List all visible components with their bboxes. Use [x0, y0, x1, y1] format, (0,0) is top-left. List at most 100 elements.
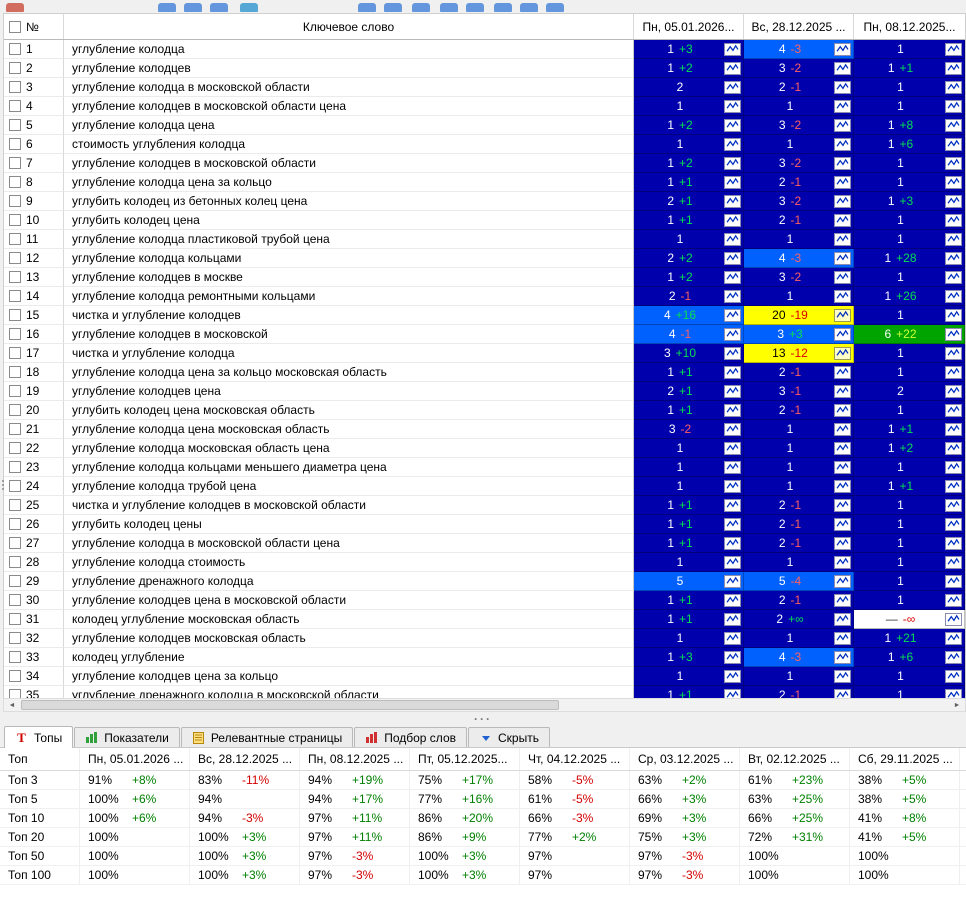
- row-checkbox[interactable]: [9, 252, 21, 264]
- chart-icon[interactable]: [945, 460, 962, 474]
- chart-icon[interactable]: [724, 441, 741, 455]
- chart-icon[interactable]: [945, 688, 962, 698]
- keyword-cell[interactable]: углубление колодца ремонтными кольцами: [64, 287, 634, 306]
- chart-icon[interactable]: [834, 555, 851, 569]
- chart-icon[interactable]: [724, 42, 741, 56]
- scrollbar-thumb[interactable]: [21, 700, 559, 710]
- keyword-cell[interactable]: стоимость углубления колодца: [64, 135, 634, 154]
- chart-icon[interactable]: [724, 99, 741, 113]
- keyword-cell[interactable]: углубление колодцев в московской области: [64, 154, 634, 173]
- chart-icon[interactable]: [945, 99, 962, 113]
- chart-icon[interactable]: [945, 251, 962, 265]
- chart-icon[interactable]: [834, 308, 851, 322]
- keyword-cell[interactable]: углубление дренажного колодца в московск…: [64, 686, 634, 698]
- chart-icon[interactable]: [945, 308, 962, 322]
- chart-icon[interactable]: [834, 498, 851, 512]
- keyword-cell[interactable]: углубление колодца: [64, 40, 634, 59]
- row-checkbox[interactable]: [9, 689, 21, 698]
- chart-icon[interactable]: [724, 270, 741, 284]
- chart-icon[interactable]: [945, 61, 962, 75]
- chart-icon[interactable]: [834, 99, 851, 113]
- row-checkbox[interactable]: [9, 385, 21, 397]
- row-checkbox[interactable]: [9, 233, 21, 245]
- row-checkbox[interactable]: [9, 100, 21, 112]
- chart-icon[interactable]: [834, 688, 851, 698]
- chart-icon[interactable]: [724, 574, 741, 588]
- chart-icon[interactable]: [945, 403, 962, 417]
- keyword-cell[interactable]: углубление колодцев цена: [64, 382, 634, 401]
- date-column-header[interactable]: Пн, 08.12.2025...: [854, 14, 965, 39]
- chart-icon[interactable]: [945, 422, 962, 436]
- row-checkbox[interactable]: [9, 195, 21, 207]
- chart-icon[interactable]: [834, 593, 851, 607]
- chart-icon[interactable]: [945, 80, 962, 94]
- chart-icon[interactable]: [834, 669, 851, 683]
- chart-icon[interactable]: [834, 80, 851, 94]
- chart-icon[interactable]: [724, 156, 741, 170]
- row-checkbox[interactable]: [9, 575, 21, 587]
- chart-icon[interactable]: [945, 574, 962, 588]
- chart-icon[interactable]: [724, 327, 741, 341]
- keyword-cell[interactable]: углубление колодцев московская область: [64, 629, 634, 648]
- row-checkbox[interactable]: [9, 613, 21, 625]
- horizontal-scrollbar[interactable]: ◄ ►: [3, 698, 966, 712]
- chart-icon[interactable]: [834, 42, 851, 56]
- chart-icon[interactable]: [945, 327, 962, 341]
- chart-icon[interactable]: [834, 650, 851, 664]
- row-checkbox[interactable]: [9, 480, 21, 492]
- row-checkbox[interactable]: [9, 328, 21, 340]
- toolbar-button[interactable]: [466, 3, 484, 12]
- keyword-cell[interactable]: чистка и углубление колодцев: [64, 306, 634, 325]
- toolbar-button[interactable]: [440, 3, 458, 12]
- chart-icon[interactable]: [834, 232, 851, 246]
- keyword-cell[interactable]: углубление колодца стоимость: [64, 553, 634, 572]
- date-column-header[interactable]: Пн, 05.01.2026...: [634, 14, 744, 39]
- toolbar-button[interactable]: [184, 3, 202, 12]
- keyword-cell[interactable]: углубление колодца цена: [64, 116, 634, 135]
- chart-icon[interactable]: [945, 42, 962, 56]
- row-checkbox[interactable]: [9, 119, 21, 131]
- keyword-cell[interactable]: углубление колодца московская область це…: [64, 439, 634, 458]
- toolbar-button[interactable]: [384, 3, 402, 12]
- row-checkbox[interactable]: [9, 632, 21, 644]
- toolbar-button[interactable]: [494, 3, 512, 12]
- row-checkbox[interactable]: [9, 651, 21, 663]
- chart-icon[interactable]: [945, 346, 962, 360]
- keyword-cell[interactable]: углубление колодцев в московской области…: [64, 97, 634, 116]
- chart-icon[interactable]: [724, 61, 741, 75]
- toolbar-button[interactable]: [240, 3, 258, 12]
- toolbar-button[interactable]: [520, 3, 538, 12]
- toolbar-button[interactable]: [412, 3, 430, 12]
- chart-icon[interactable]: [945, 441, 962, 455]
- keyword-cell[interactable]: углубить колодец цена московская область: [64, 401, 634, 420]
- toolbar-button[interactable]: [546, 3, 564, 12]
- keyword-cell[interactable]: колодец углубление московская область: [64, 610, 634, 629]
- row-checkbox[interactable]: [9, 366, 21, 378]
- chart-icon[interactable]: [945, 118, 962, 132]
- tab-hide[interactable]: Скрыть: [468, 727, 550, 747]
- tops-date-header[interactable]: Сб, 29.11.2025 ...: [850, 748, 960, 770]
- chart-icon[interactable]: [834, 251, 851, 265]
- chart-icon[interactable]: [834, 175, 851, 189]
- chart-icon[interactable]: [724, 365, 741, 379]
- keyword-cell[interactable]: углубление колодцев в москве: [64, 268, 634, 287]
- keyword-cell[interactable]: чистка и углубление колодца: [64, 344, 634, 363]
- row-checkbox[interactable]: [9, 290, 21, 302]
- chart-icon[interactable]: [834, 118, 851, 132]
- chart-icon[interactable]: [945, 612, 962, 626]
- chart-icon[interactable]: [945, 194, 962, 208]
- keyword-cell[interactable]: углубить колодец из бетонных колец цена: [64, 192, 634, 211]
- chart-icon[interactable]: [724, 479, 741, 493]
- chart-icon[interactable]: [724, 536, 741, 550]
- chart-icon[interactable]: [724, 346, 741, 360]
- chart-icon[interactable]: [834, 612, 851, 626]
- chart-icon[interactable]: [945, 137, 962, 151]
- tops-date-header[interactable]: Пн, 05.01.2026 ...: [80, 748, 190, 770]
- panel-splitter[interactable]: ···: [0, 712, 966, 726]
- chart-icon[interactable]: [724, 612, 741, 626]
- chart-icon[interactable]: [834, 460, 851, 474]
- chart-icon[interactable]: [724, 137, 741, 151]
- chart-icon[interactable]: [834, 365, 851, 379]
- chart-icon[interactable]: [724, 289, 741, 303]
- keyword-cell[interactable]: углубление колодца пластиковой трубой це…: [64, 230, 634, 249]
